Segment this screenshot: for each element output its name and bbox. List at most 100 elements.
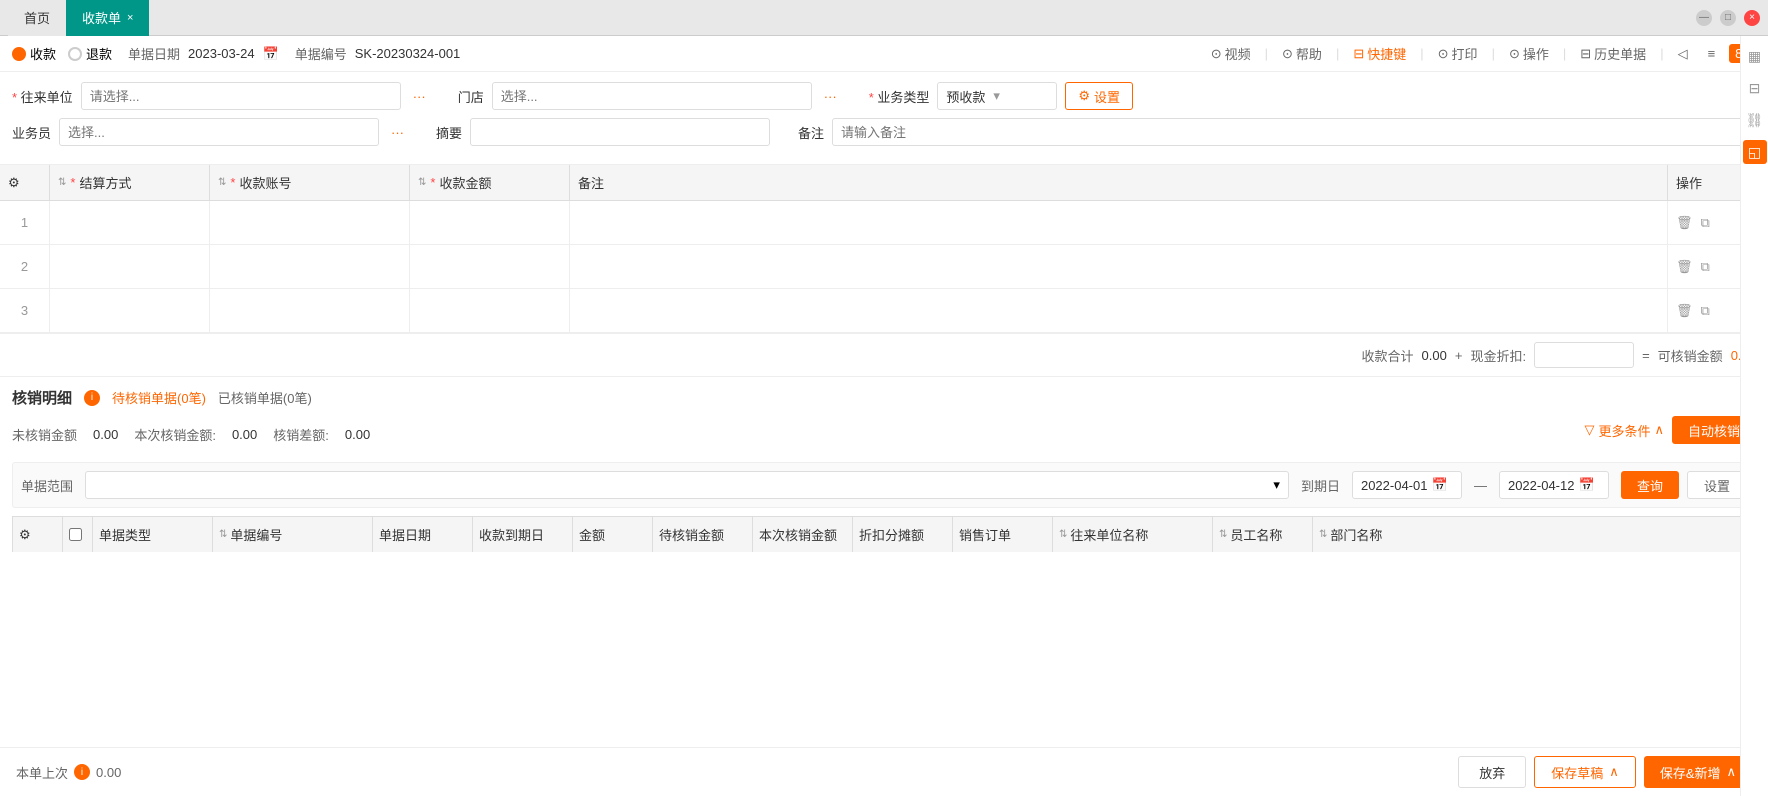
date-from-input[interactable]: 2022-04-01 📅 [1352, 471, 1462, 499]
minimize-button[interactable]: — [1696, 10, 1712, 26]
tab-close-icon[interactable]: × [127, 12, 133, 24]
store-more-icon[interactable]: ··· [820, 89, 841, 104]
th2-checkbox[interactable] [63, 517, 93, 552]
business-type-value: 预收款 [946, 87, 985, 106]
row-2-amount[interactable] [410, 245, 570, 288]
range-select[interactable]: ▾ [85, 471, 1289, 499]
receipt-table: ⚙ ⇅ * 结算方式 ⇅ * 收款账号 ⇅ * 收款金额 备注 操作 [0, 165, 1768, 334]
history-btn[interactable]: ⊟ 历史单据 [1574, 42, 1652, 65]
sidebar-link-icon[interactable]: ⛓ [1743, 108, 1767, 132]
th2-pending: 待核销金额 [653, 517, 753, 552]
copy-icon-1[interactable]: ⧉ [1701, 215, 1710, 231]
plus-sign: + [1455, 348, 1463, 363]
radio-dot-receive [12, 47, 26, 61]
delete-icon-1[interactable]: 🗑 [1676, 215, 1693, 231]
range-dropdown-arrow: ▾ [1273, 477, 1280, 493]
row-1-amount[interactable] [410, 201, 570, 244]
row-3-account[interactable] [210, 289, 410, 332]
help-icon: ⊙ [1282, 46, 1293, 62]
tab-receipt[interactable]: 收款单 × [66, 0, 149, 36]
form-area: 往来单位 ··· 门店 ··· 业务类型 预收款 ▾ ⚙ 设置 业务员 ··· … [0, 72, 1768, 165]
delete-icon-3[interactable]: 🗑 [1676, 303, 1693, 319]
sidebar-expand-icon[interactable]: ◱ [1743, 140, 1767, 164]
th2-current-text: 本次核销金额 [759, 525, 837, 544]
th2-staff: ⇅ 员工名称 [1213, 517, 1313, 552]
business-type-dropdown[interactable]: 预收款 ▾ [937, 82, 1057, 110]
filter-settings-button[interactable]: 设置 [1687, 471, 1747, 499]
discount-input[interactable] [1534, 342, 1634, 368]
row-1-account[interactable] [210, 201, 410, 244]
row-1-payment[interactable] [50, 201, 210, 244]
row-2-payment[interactable] [50, 245, 210, 288]
bottom-info-icon[interactable]: i [74, 764, 90, 780]
settings-button[interactable]: ⚙ 设置 [1065, 82, 1133, 110]
sidebar-table-icon[interactable]: ▦ [1743, 44, 1767, 68]
more-conditions-btn[interactable]: ▽ 更多条件 ∧ [1584, 421, 1664, 440]
staff-input[interactable] [59, 118, 379, 146]
table-row: 2 🗑 ⧉ [0, 245, 1768, 289]
sidebar-doc-icon[interactable]: ⊟ [1743, 76, 1767, 100]
calendar-icon[interactable]: 📅 [263, 46, 279, 62]
help-btn[interactable]: ⊙ 帮助 [1276, 42, 1328, 65]
copy-icon-3[interactable]: ⧉ [1701, 303, 1710, 319]
counterpart-input[interactable] [81, 82, 401, 110]
th2-counterpart: ⇅ 往来单位名称 [1053, 517, 1213, 552]
select-all-checkbox[interactable] [69, 528, 82, 541]
operation-btn[interactable]: ⊙ 操作 [1503, 42, 1555, 65]
row-num-3: 3 [0, 289, 50, 332]
save-button[interactable]: 保存&新增 ∧ [1644, 756, 1752, 788]
th-account-label: * [230, 175, 235, 190]
th2-current: 本次核销金额 [753, 517, 853, 552]
toolbar-top: 收款 退款 单据日期 2023-03-24 📅 单据编号 SK-20230324… [0, 36, 1768, 72]
row-2-account[interactable] [210, 245, 410, 288]
th2-sales-order: 销售订单 [953, 517, 1053, 552]
table2-settings-icon: ⚙ [19, 527, 31, 543]
th-settings[interactable]: ⚙ [0, 165, 50, 200]
tab-home[interactable]: 首页 [8, 0, 66, 36]
row-3-amount[interactable] [410, 289, 570, 332]
draft-arrow-icon: ∧ [1609, 764, 1619, 780]
verify-section: 核销明细 i 待核销单据(0笔) 已核销单据(0笔) 未核销金额 0.00 本次… [0, 377, 1768, 747]
close-button[interactable]: × [1744, 10, 1760, 26]
summary-input[interactable] [470, 118, 770, 146]
sort-icon-3: ⇅ [418, 177, 426, 188]
maximize-button[interactable]: □ [1720, 10, 1736, 26]
doc-date-label: 单据日期 [128, 44, 180, 63]
store-input[interactable] [492, 82, 812, 110]
row-1-remark[interactable] [570, 201, 1668, 244]
th2-settings[interactable]: ⚙ [13, 517, 63, 552]
calendar-to-icon[interactable]: 📅 [1578, 477, 1594, 493]
layout-btn[interactable]: ≡ [1702, 44, 1722, 63]
radio-refund[interactable]: 退款 [68, 44, 112, 63]
date-to-input[interactable]: 2022-04-12 📅 [1499, 471, 1609, 499]
query-button[interactable]: 查询 [1621, 471, 1679, 499]
nav-prev-btn[interactable]: ◁ [1672, 44, 1694, 64]
row-3-remark[interactable] [570, 289, 1668, 332]
radio-receive[interactable]: 收款 [12, 44, 56, 63]
remark-label: 备注 [798, 123, 824, 142]
date-separator: — [1474, 478, 1487, 493]
draft-button[interactable]: 保存草稿 ∧ [1534, 756, 1636, 788]
total-value: 0.00 [1422, 348, 1447, 363]
table-header: ⚙ ⇅ * 结算方式 ⇅ * 收款账号 ⇅ * 收款金额 备注 操作 [0, 165, 1768, 201]
staff-more-icon[interactable]: ··· [387, 125, 408, 140]
receivable-label: 可核销金额 [1658, 346, 1723, 365]
pending-tab[interactable]: 待核销单据(0笔) [112, 388, 206, 407]
done-tab[interactable]: 已核销单据(0笔) [218, 388, 312, 407]
row-2-remark[interactable] [570, 245, 1668, 288]
copy-icon-2[interactable]: ⧉ [1701, 259, 1710, 275]
calendar-from-icon[interactable]: 📅 [1431, 477, 1447, 493]
shortcut-btn[interactable]: ⊟ 快捷键 [1347, 42, 1412, 65]
verify-info-icon[interactable]: i [84, 390, 100, 406]
counterpart-label: 往来单位 [12, 87, 73, 106]
th-payment-text: 结算方式 [79, 173, 131, 192]
abandon-button[interactable]: 放弃 [1458, 756, 1526, 788]
remark-input[interactable] [832, 118, 1756, 146]
delete-icon-2[interactable]: 🗑 [1676, 259, 1693, 275]
print-btn[interactable]: ⊙ 打印 [1432, 42, 1484, 65]
video-btn[interactable]: ⊙ 视频 [1205, 42, 1257, 65]
row-3-payment[interactable] [50, 289, 210, 332]
counterpart-more-icon[interactable]: ··· [409, 89, 430, 104]
th2-discount: 折扣分摊额 [853, 517, 953, 552]
sort-icon: ⇅ [58, 177, 66, 188]
